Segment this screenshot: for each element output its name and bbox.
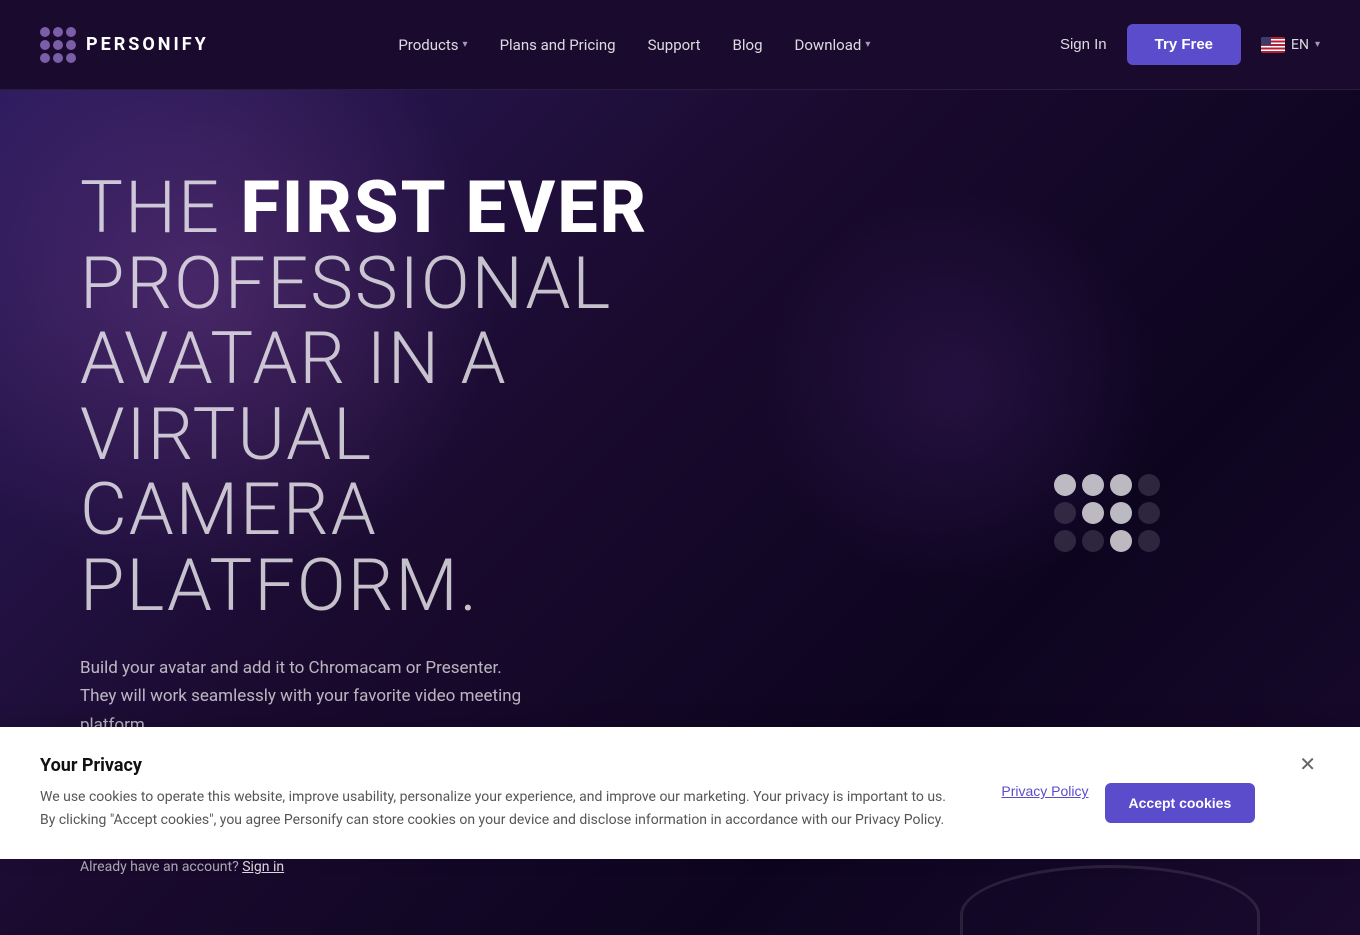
privacy-policy-button[interactable]: Privacy Policy: [1001, 783, 1088, 799]
brand-name: PERSONIFY: [86, 34, 209, 55]
logo-dot: [66, 40, 76, 50]
chevron-down-icon: ▾: [865, 39, 870, 50]
lang-label: EN: [1291, 37, 1309, 53]
watermark-dot: [1082, 474, 1104, 496]
nav-blog[interactable]: Blog: [733, 36, 763, 54]
logo-dot: [66, 53, 76, 63]
language-selector[interactable]: EN ▾: [1261, 37, 1320, 53]
privacy-body-text: We use cookies to operate this website, …: [40, 786, 961, 831]
watermark-dot: [1082, 530, 1104, 552]
privacy-banner: Your Privacy We use cookies to operate t…: [0, 727, 1360, 859]
watermark-dot: [1054, 530, 1076, 552]
hero-headline: THE FIRST EVER PROFESSIONAL AVATAR IN A …: [80, 170, 680, 624]
watermark-dot: [1138, 474, 1160, 496]
logo-dot: [53, 53, 63, 63]
privacy-content: Your Privacy We use cookies to operate t…: [40, 755, 961, 831]
watermark-dot: [1138, 502, 1160, 524]
try-free-button[interactable]: Try Free: [1127, 24, 1241, 65]
logo-icon: [40, 27, 76, 63]
sign-in-link[interactable]: Sign in: [242, 859, 284, 875]
watermark-dot: [1054, 474, 1076, 496]
nav-right: Sign In Try Free EN ▾: [1060, 24, 1320, 65]
logo-dot: [40, 27, 50, 37]
navbar: PERSONIFY Products ▾ Plans and Pricing S…: [0, 0, 1360, 90]
nav-plans[interactable]: Plans and Pricing: [500, 36, 616, 54]
logo-dot: [40, 40, 50, 50]
nav-links: Products ▾ Plans and Pricing Support Blo…: [398, 36, 870, 54]
chevron-down-icon: ▾: [1315, 39, 1320, 50]
chevron-down-icon: ▾: [463, 39, 468, 50]
privacy-actions: Privacy Policy Accept cookies: [1001, 755, 1255, 823]
hero-logo-watermark: [1054, 474, 1160, 552]
privacy-title: Your Privacy: [40, 755, 961, 776]
logo-dot: [66, 27, 76, 37]
sign-in-button[interactable]: Sign In: [1060, 36, 1107, 53]
nav-products[interactable]: Products ▾: [398, 36, 467, 54]
nav-download[interactable]: Download ▾: [795, 36, 871, 54]
watermark-dot: [1054, 502, 1076, 524]
close-privacy-button[interactable]: ✕: [1295, 755, 1320, 775]
logo-dot: [40, 53, 50, 63]
logo-dot: [53, 27, 63, 37]
logo-dot: [53, 40, 63, 50]
nav-support[interactable]: Support: [648, 36, 701, 54]
flag-icon: [1261, 37, 1285, 53]
watermark-dot: [1110, 502, 1132, 524]
logo-link[interactable]: PERSONIFY: [40, 27, 209, 63]
already-account-text: Already have an account? Sign in: [80, 859, 680, 875]
accept-cookies-button[interactable]: Accept cookies: [1105, 783, 1256, 823]
watermark-dot: [1110, 474, 1132, 496]
watermark-dot: [1138, 530, 1160, 552]
watermark-dot: [1082, 502, 1104, 524]
watermark-dot: [1110, 530, 1132, 552]
decorative-arc: [960, 865, 1260, 935]
